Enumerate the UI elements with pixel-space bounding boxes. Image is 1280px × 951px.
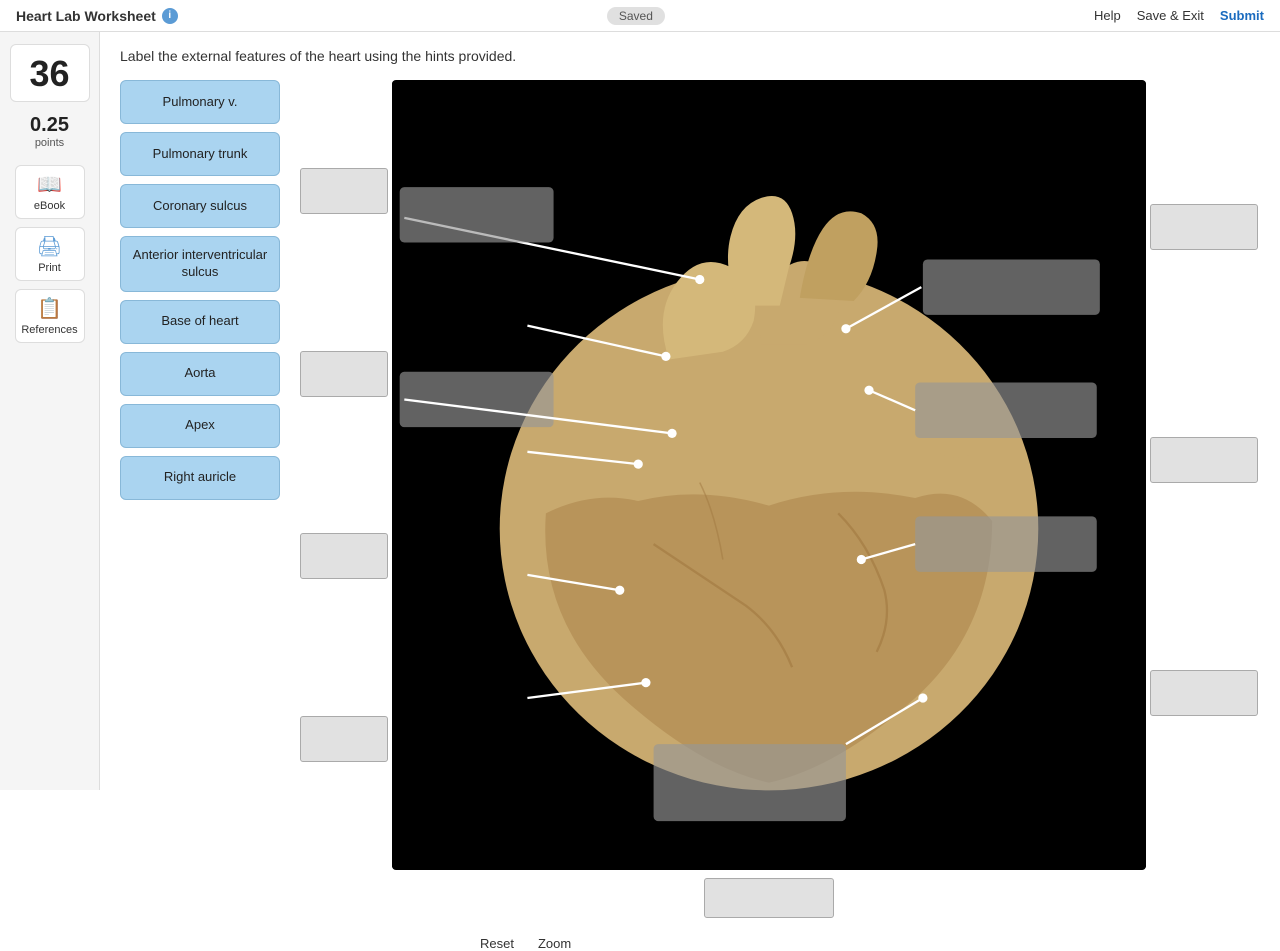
ebook-label: eBook <box>34 200 65 212</box>
label-btn-pulmonary-v[interactable]: Pulmonary v. <box>120 80 280 124</box>
zoom-button[interactable]: Zoom <box>538 936 571 951</box>
drop-zone-right-3[interactable] <box>1150 670 1258 716</box>
header: Heart Lab Worksheet i Saved Help Save & … <box>0 0 1280 32</box>
drop-zone-right-1[interactable] <box>1150 204 1258 250</box>
label-btn-coronary-sulcus[interactable]: Coronary sulcus <box>120 184 280 228</box>
submit-button[interactable]: Submit <box>1220 8 1264 23</box>
points-section: 0.25 points <box>30 114 69 149</box>
help-button[interactable]: Help <box>1094 8 1121 23</box>
drop-zone-bottom[interactable] <box>704 878 834 918</box>
label-btn-apex[interactable]: Apex <box>120 404 280 448</box>
label-btn-aorta[interactable]: Aorta <box>120 352 280 396</box>
heart-diagram-svg <box>392 80 1146 870</box>
labels-column: Pulmonary v. Pulmonary trunk Coronary su… <box>120 80 280 951</box>
drop-zones-left <box>300 80 388 870</box>
ebook-icon: 📖 <box>37 172 62 197</box>
label-btn-pulmonary-trunk[interactable]: Pulmonary trunk <box>120 132 280 176</box>
label-btn-right-auricle[interactable]: Right auricle <box>120 456 280 500</box>
print-label: Print <box>38 262 61 274</box>
ebook-button[interactable]: 📖 eBook <box>15 165 85 219</box>
drop-zone-left-4[interactable] <box>300 716 388 762</box>
label-btn-base[interactable]: Base of heart <box>120 300 280 344</box>
main-layout: 36 0.25 points 📖 eBook 🖨 Print 📋 Referen… <box>0 32 1280 790</box>
info-icon[interactable]: i <box>162 8 178 24</box>
header-right: Help Save & Exit Submit <box>1094 8 1264 23</box>
reset-button[interactable]: Reset <box>480 936 514 951</box>
print-icon: 🖨 <box>37 234 62 259</box>
content-area: Label the external features of the heart… <box>100 32 1280 790</box>
references-icon: 📋 <box>37 296 62 321</box>
page-title: Heart Lab Worksheet <box>16 8 156 24</box>
points-label: points <box>30 137 69 149</box>
save-exit-button[interactable]: Save & Exit <box>1137 8 1204 23</box>
saved-badge: Saved <box>607 7 665 25</box>
drop-zone-left-3[interactable] <box>300 533 388 579</box>
print-button[interactable]: 🖨 Print <box>15 227 85 281</box>
label-btn-anterior-iv[interactable]: Anterior interventricular sulcus <box>120 236 280 292</box>
score-number: 36 <box>15 53 85 95</box>
drop-zones-right <box>1150 80 1260 870</box>
references-label: References <box>21 324 77 336</box>
drop-zone-left-2[interactable] <box>300 351 388 397</box>
heart-image-container <box>392 80 1146 870</box>
drop-zone-right-2[interactable] <box>1150 437 1258 483</box>
workspace: Pulmonary v. Pulmonary trunk Coronary su… <box>120 80 1260 951</box>
score-box: 36 <box>10 44 90 102</box>
header-left: Heart Lab Worksheet i <box>16 8 178 24</box>
instruction-text: Label the external features of the heart… <box>120 48 1260 64</box>
sidebar: 36 0.25 points 📖 eBook 🖨 Print 📋 Referen… <box>0 32 100 790</box>
points-value: 0.25 <box>30 114 69 137</box>
references-button[interactable]: 📋 References <box>15 289 85 343</box>
drop-zone-left-1[interactable] <box>300 168 388 214</box>
bottom-controls: Reset Zoom <box>300 936 1260 951</box>
